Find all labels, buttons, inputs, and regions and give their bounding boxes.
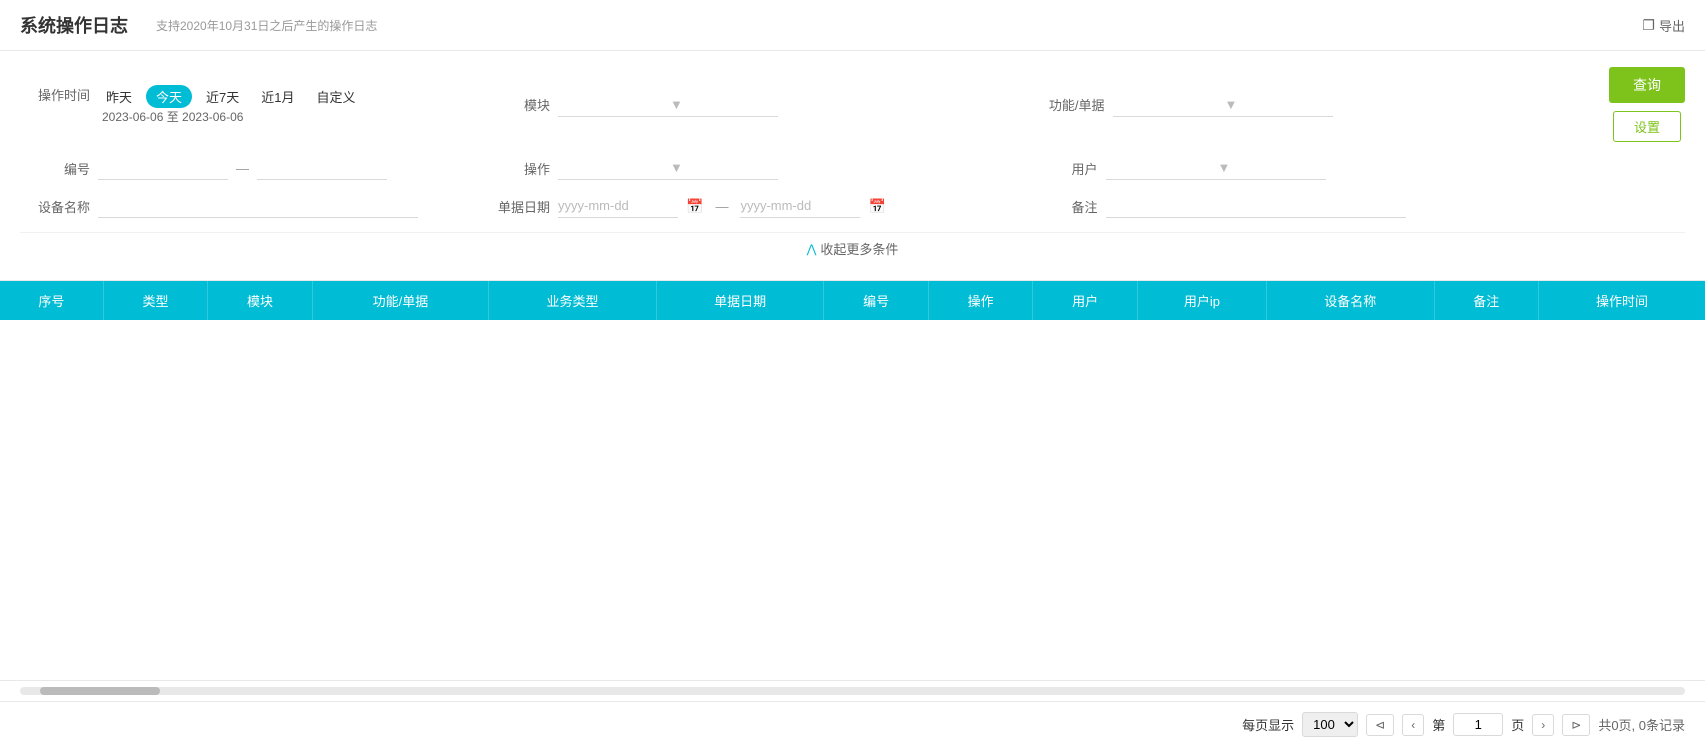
pagination-bar: 每页显示 100 50 200 ⊲ ‹ 第 页 › ⊳ 共0页, 0条记录	[0, 701, 1705, 747]
filter-row-2: 编号 — 操作 ▼ 用户 ▼	[20, 156, 1685, 180]
first-page-button[interactable]: ⊲	[1366, 714, 1394, 736]
page-label: 第	[1432, 715, 1445, 734]
page-title: 系统操作日志	[20, 12, 128, 38]
col-user: 用户	[1033, 281, 1137, 320]
filter-row-1: 操作时间 昨天 今天 近7天 近1月 自定义 2023-06-06 至 2023…	[20, 67, 1685, 142]
function-arrow-icon: ▼	[1225, 97, 1333, 112]
time-filter-group: 昨天 今天 近7天 近1月 自定义	[98, 85, 364, 108]
remark-label: 备注	[1028, 197, 1098, 216]
user-select[interactable]: ▼	[1106, 156, 1326, 180]
col-type: 类型	[103, 281, 207, 320]
col-op-time: 操作时间	[1539, 281, 1705, 320]
col-index: 序号	[0, 281, 103, 320]
collapse-label: 收起更多条件	[820, 239, 898, 258]
prev-page-button[interactable]: ‹	[1402, 714, 1424, 736]
time-btn-custom[interactable]: 自定义	[309, 85, 364, 108]
per-page-select[interactable]: 100 50 200	[1302, 712, 1358, 737]
time-btn-yesterday[interactable]: 昨天	[98, 85, 140, 108]
calendar-start-icon[interactable]: 📅	[686, 198, 703, 215]
remark-input[interactable]	[1106, 194, 1406, 218]
col-number: 编号	[824, 281, 928, 320]
export-label: 导出	[1659, 16, 1685, 35]
page-unit: 页	[1511, 715, 1524, 734]
filter-row-3: 设备名称 单据日期 📅 — 📅 备注	[20, 194, 1685, 218]
device-label: 设备名称	[20, 197, 90, 216]
function-label: 功能/单据	[1035, 95, 1105, 114]
scrollbar-area	[0, 680, 1705, 701]
col-remark: 备注	[1434, 281, 1538, 320]
table-header: 序号 类型 模块 功能/单据 业务类型 单据日期 编号 操作 用户 用户ip 设…	[0, 281, 1705, 320]
empty-area	[0, 320, 1705, 680]
col-operation: 操作	[928, 281, 1032, 320]
page-container: 系统操作日志 支持2020年10月31日之后产生的操作日志 ❐ 导出 操作时间 …	[0, 0, 1705, 747]
operation-arrow-icon: ▼	[670, 160, 778, 175]
time-btn-1month[interactable]: 近1月	[253, 85, 302, 108]
voucher-date-label: 单据日期	[480, 197, 550, 216]
time-btn-7days[interactable]: 近7天	[198, 85, 247, 108]
number-dash: —	[236, 161, 249, 176]
user-arrow-icon: ▼	[1218, 160, 1326, 175]
page-subtitle: 支持2020年10月31日之后产生的操作日志	[156, 17, 377, 34]
time-label: 操作时间	[20, 85, 90, 104]
action-buttons: 查询 设置	[1609, 67, 1685, 142]
page-number-input[interactable]	[1453, 713, 1503, 736]
voucher-date-start[interactable]	[558, 194, 678, 218]
user-label: 用户	[1028, 159, 1098, 178]
col-biz-type: 业务类型	[489, 281, 657, 320]
collapse-button[interactable]: ⋀ 收起更多条件	[20, 232, 1685, 264]
col-module: 模块	[208, 281, 312, 320]
module-arrow-icon: ▼	[670, 97, 778, 112]
calendar-end-icon[interactable]: 📅	[868, 198, 885, 215]
table-header-row: 序号 类型 模块 功能/单据 业务类型 单据日期 编号 操作 用户 用户ip 设…	[0, 281, 1705, 320]
filter-area: 操作时间 昨天 今天 近7天 近1月 自定义 2023-06-06 至 2023…	[0, 51, 1705, 281]
date-dash: —	[715, 199, 728, 214]
number-end-input[interactable]	[257, 156, 387, 180]
col-function: 功能/单据	[312, 281, 488, 320]
total-info: 共0页, 0条记录	[1598, 715, 1685, 734]
table-container: 序号 类型 模块 功能/单据 业务类型 单据日期 编号 操作 用户 用户ip 设…	[0, 281, 1705, 680]
number-label: 编号	[20, 159, 90, 178]
time-range-display: 2023-06-06 至 2023-06-06	[102, 108, 364, 125]
next-page-button[interactable]: ›	[1532, 714, 1554, 736]
scrollbar-thumb[interactable]	[40, 687, 160, 695]
voucher-date-end[interactable]	[740, 194, 860, 218]
last-page-button[interactable]: ⊳	[1562, 714, 1590, 736]
function-select[interactable]: ▼	[1113, 93, 1333, 117]
query-button[interactable]: 查询	[1609, 67, 1685, 103]
per-page-label: 每页显示	[1242, 715, 1294, 734]
col-device: 设备名称	[1266, 281, 1434, 320]
settings-button[interactable]: 设置	[1613, 111, 1681, 142]
export-button[interactable]: ❐ 导出	[1642, 16, 1685, 35]
col-voucher-date: 单据日期	[656, 281, 824, 320]
operation-label: 操作	[480, 159, 550, 178]
page-header: 系统操作日志 支持2020年10月31日之后产生的操作日志 ❐ 导出	[0, 0, 1705, 51]
time-btn-today[interactable]: 今天	[146, 85, 192, 108]
col-user-ip: 用户ip	[1137, 281, 1266, 320]
export-icon: ❐	[1642, 17, 1655, 34]
module-label: 模块	[480, 95, 550, 114]
number-start-input[interactable]	[98, 156, 228, 180]
data-table: 序号 类型 模块 功能/单据 业务类型 单据日期 编号 操作 用户 用户ip 设…	[0, 281, 1705, 320]
operation-select[interactable]: ▼	[558, 156, 778, 180]
device-input[interactable]	[98, 194, 418, 218]
module-select[interactable]: ▼	[558, 93, 778, 117]
collapse-icon: ⋀	[807, 242, 817, 256]
scrollbar-track[interactable]	[20, 687, 1685, 695]
